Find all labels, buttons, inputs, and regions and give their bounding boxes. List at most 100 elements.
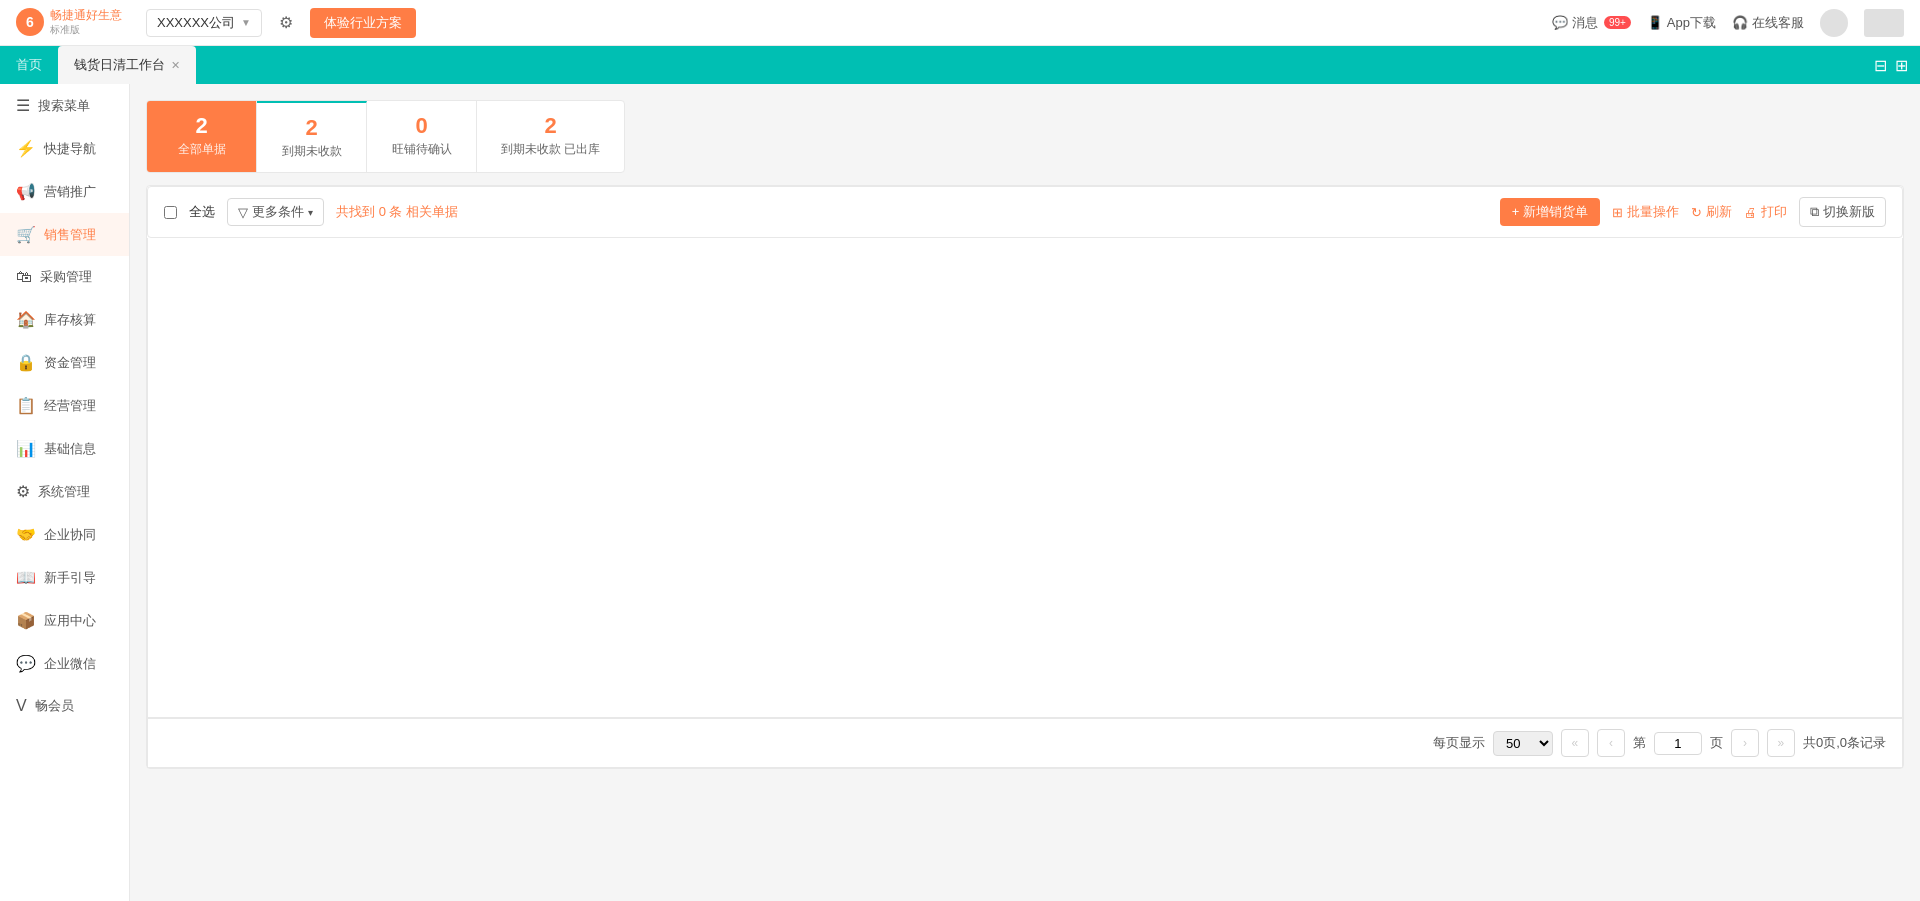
user-name-area[interactable] bbox=[1864, 9, 1904, 37]
stats-tab-shipped[interactable]: 2 到期未收款 已出库 bbox=[477, 101, 624, 172]
sales-icon: 🛒 bbox=[16, 225, 36, 244]
sidebar-item-sales[interactable]: 🛒 销售管理 bbox=[0, 213, 129, 256]
page-input[interactable] bbox=[1654, 732, 1702, 755]
tab-workspace[interactable]: 钱货日清工作台 ✕ bbox=[58, 46, 196, 84]
tab-expand-button[interactable]: ⊞ bbox=[1895, 56, 1908, 75]
stats-tab-pending[interactable]: 0 旺铺待确认 bbox=[367, 101, 477, 172]
filter-button[interactable]: ▽ 更多条件 ▾ bbox=[227, 198, 324, 226]
filter-icon: ▽ bbox=[238, 205, 248, 220]
toolbar: 全选 ▽ 更多条件 ▾ 共找到 0 条 相关单据 + 新增销货单 ⊞ 批量操作 bbox=[147, 186, 1903, 238]
sidebar-item-guide[interactable]: 📖 新手引导 bbox=[0, 556, 129, 599]
main-content: 2 全部单据 2 到期未收款 0 旺铺待确认 2 到期未收款 已出库 全选 ▽ … bbox=[130, 84, 1920, 901]
found-number: 0 bbox=[379, 204, 386, 219]
filter-label: 更多条件 bbox=[252, 203, 304, 221]
wechat-icon: 💬 bbox=[16, 654, 36, 673]
per-page-label: 每页显示 bbox=[1433, 734, 1485, 752]
guide-icon: 📖 bbox=[16, 568, 36, 587]
select-all-checkbox[interactable] bbox=[164, 206, 177, 219]
batch-operation-button[interactable]: ⊞ 批量操作 bbox=[1612, 203, 1679, 221]
prev-page-button[interactable]: ‹ bbox=[1597, 729, 1625, 757]
pagination: 每页显示 50 10 20 100 « ‹ 第 页 › » 共0页,0条记录 bbox=[147, 718, 1903, 768]
headset-icon: 🎧 bbox=[1732, 15, 1748, 30]
refresh-icon: ↻ bbox=[1691, 205, 1702, 220]
sidebar-item-quick-nav[interactable]: ⚡ 快捷导航 bbox=[0, 127, 129, 170]
nav-tabs: 首页 钱货日清工作台 ✕ ⊟ ⊞ bbox=[0, 46, 1920, 84]
first-page-button[interactable]: « bbox=[1561, 729, 1589, 757]
stats-tab-overdue-label: 到期未收款 bbox=[281, 143, 342, 160]
stats-tab-pending-label: 旺铺待确认 bbox=[391, 141, 452, 158]
sidebar-item-marketing[interactable]: 📢 营销推广 bbox=[0, 170, 129, 213]
print-icon: 🖨 bbox=[1744, 205, 1757, 220]
sidebar-item-system[interactable]: ⚙ 系统管理 bbox=[0, 470, 129, 513]
nav-tabs-right: ⊟ ⊞ bbox=[1874, 56, 1920, 75]
app-download-button[interactable]: 📱 App下载 bbox=[1647, 14, 1716, 32]
logo-icon: 6 bbox=[16, 8, 44, 36]
found-count-text: 共找到 0 条 相关单据 bbox=[336, 203, 458, 221]
enterprise-icon: 🤝 bbox=[16, 525, 36, 544]
select-all-label: 全选 bbox=[189, 203, 215, 221]
sidebar-item-app-center[interactable]: 📦 应用中心 bbox=[0, 599, 129, 642]
add-sales-order-button[interactable]: + 新增销货单 bbox=[1500, 198, 1600, 226]
stats-tab-shipped-label: 到期未收款 已出库 bbox=[501, 141, 600, 158]
logo-title: 畅捷通好生意 bbox=[50, 8, 122, 22]
tab-close-icon[interactable]: ✕ bbox=[171, 59, 180, 72]
phone-icon: 📱 bbox=[1647, 15, 1663, 30]
next-page-button[interactable]: › bbox=[1731, 729, 1759, 757]
sidebar-item-operations[interactable]: 📋 经营管理 bbox=[0, 384, 129, 427]
finance-icon: 🔒 bbox=[16, 353, 36, 372]
sidebar-item-basic-info[interactable]: 📊 基础信息 bbox=[0, 427, 129, 470]
print-label: 打印 bbox=[1761, 203, 1787, 221]
experience-button[interactable]: 体验行业方案 bbox=[310, 8, 416, 38]
logo-area: 6 畅捷通好生意 标准版 bbox=[16, 8, 146, 36]
header-right: 💬 消息 99+ 📱 App下载 🎧 在线客服 bbox=[1552, 9, 1904, 37]
batch-icon: ⊞ bbox=[1612, 205, 1623, 220]
settings-icon: ⚙ bbox=[279, 13, 293, 32]
switch-icon: ⧉ bbox=[1810, 204, 1819, 220]
message-label: 消息 bbox=[1572, 14, 1598, 32]
sidebar-item-wechat[interactable]: 💬 企业微信 bbox=[0, 642, 129, 685]
sidebar-item-enterprise[interactable]: 🤝 企业协同 bbox=[0, 513, 129, 556]
table-area bbox=[147, 238, 1903, 718]
logo-sub: 标准版 bbox=[50, 23, 122, 37]
stats-tab-overdue[interactable]: 2 到期未收款 bbox=[257, 101, 367, 172]
filter-dropdown-icon: ▾ bbox=[308, 207, 313, 218]
message-badge: 99+ bbox=[1604, 16, 1631, 29]
quick-nav-icon: ⚡ bbox=[16, 139, 36, 158]
top-header: 6 畅捷通好生意 标准版 XXXXXX公司 ▼ ⚙ 体验行业方案 💬 消息 99… bbox=[0, 0, 1920, 46]
sidebar-item-inventory[interactable]: 🏠 库存核算 bbox=[0, 298, 129, 341]
sidebar-item-purchase[interactable]: 🛍 采购管理 bbox=[0, 256, 129, 298]
stats-tab-pending-count: 0 bbox=[391, 113, 452, 139]
switch-version-button[interactable]: ⧉ 切换新版 bbox=[1799, 197, 1886, 227]
online-service-button[interactable]: 🎧 在线客服 bbox=[1732, 14, 1804, 32]
message-icon: 💬 bbox=[1552, 15, 1568, 30]
sidebar: ☰ 搜索菜单 ⚡ 快捷导航 📢 营销推广 🛒 销售管理 🛍 采购管理 🏠 库存核… bbox=[0, 84, 130, 901]
content-wrapper: 全选 ▽ 更多条件 ▾ 共找到 0 条 相关单据 + 新增销货单 ⊞ 批量操作 bbox=[146, 185, 1904, 769]
system-icon: ⚙ bbox=[16, 482, 30, 501]
company-name: XXXXXX公司 bbox=[157, 14, 235, 32]
stats-tab-all[interactable]: 2 全部单据 bbox=[147, 101, 257, 172]
search-menu-icon: ☰ bbox=[16, 96, 30, 115]
member-icon: V bbox=[16, 697, 27, 715]
user-avatar[interactable] bbox=[1820, 9, 1848, 37]
settings-button[interactable]: ⚙ bbox=[270, 7, 302, 39]
refresh-label: 刷新 bbox=[1706, 203, 1732, 221]
company-dropdown-arrow: ▼ bbox=[241, 17, 251, 28]
company-selector[interactable]: XXXXXX公司 ▼ bbox=[146, 9, 262, 37]
basic-info-icon: 📊 bbox=[16, 439, 36, 458]
last-page-button[interactable]: » bbox=[1767, 729, 1795, 757]
print-button[interactable]: 🖨 打印 bbox=[1744, 203, 1787, 221]
sidebar-item-member[interactable]: V 畅会员 bbox=[0, 685, 129, 727]
per-page-select[interactable]: 50 10 20 100 bbox=[1493, 731, 1553, 756]
online-service-label: 在线客服 bbox=[1752, 14, 1804, 32]
tab-minimize-button[interactable]: ⊟ bbox=[1874, 56, 1887, 75]
tab-home[interactable]: 首页 bbox=[0, 46, 58, 84]
message-button[interactable]: 💬 消息 99+ bbox=[1552, 14, 1631, 32]
sidebar-item-finance[interactable]: 🔒 资金管理 bbox=[0, 341, 129, 384]
sidebar-item-search[interactable]: ☰ 搜索菜单 bbox=[0, 84, 129, 127]
operations-icon: 📋 bbox=[16, 396, 36, 415]
marketing-icon: 📢 bbox=[16, 182, 36, 201]
app-center-icon: 📦 bbox=[16, 611, 36, 630]
total-records: 共0页,0条记录 bbox=[1803, 734, 1886, 752]
refresh-button[interactable]: ↻ 刷新 bbox=[1691, 203, 1732, 221]
stats-tabs: 2 全部单据 2 到期未收款 0 旺铺待确认 2 到期未收款 已出库 bbox=[146, 100, 625, 173]
